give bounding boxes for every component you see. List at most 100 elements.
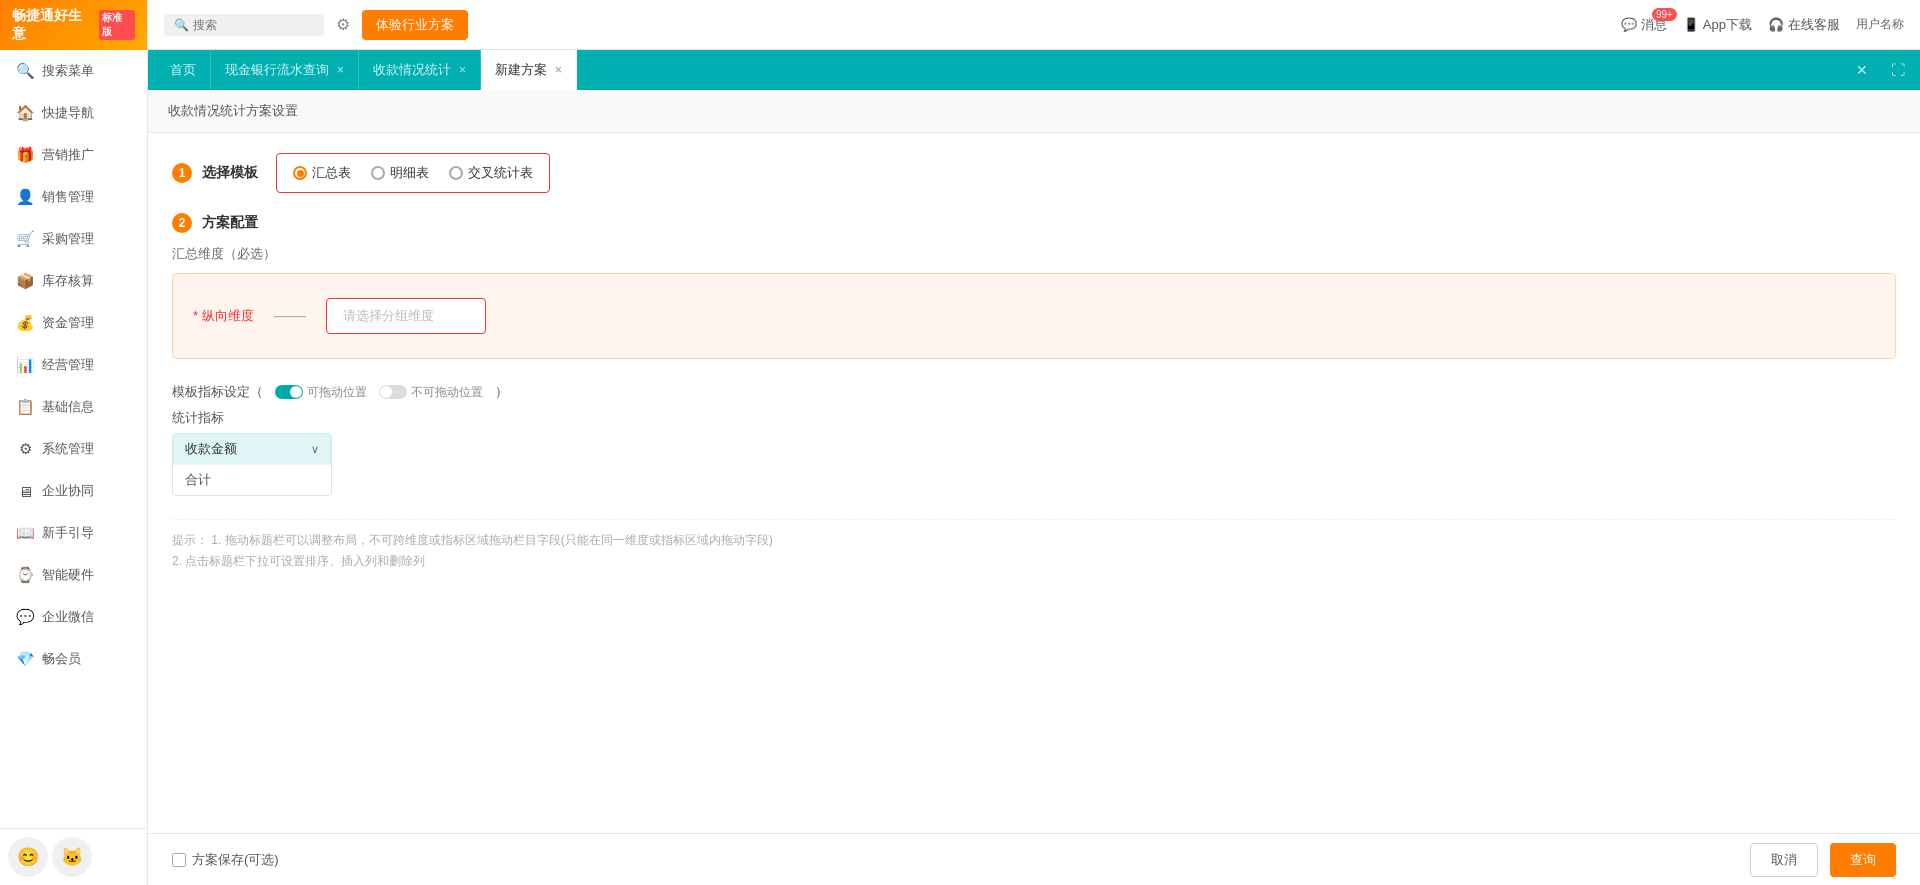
home-icon: 🏠: [16, 104, 34, 122]
sidebar-item-inventory[interactable]: 📦 库存核算: [0, 260, 147, 302]
draggable-hint: 可拖动位置: [275, 384, 367, 401]
topbar-search-box[interactable]: 🔍: [164, 14, 324, 36]
template-cross-option[interactable]: 交叉统计表: [449, 164, 533, 182]
breadcrumb: 收款情况统计方案设置: [148, 90, 1920, 133]
col-dropdown-icon[interactable]: ∨: [311, 443, 319, 456]
dim-section-title: 汇总维度（必选）: [172, 245, 1896, 263]
sidebar-label-management: 经营管理: [42, 356, 94, 374]
row-total-text: 合计: [185, 472, 211, 487]
draggable-label: 可拖动位置: [307, 384, 367, 401]
sidebar-item-management[interactable]: 📊 经营管理: [0, 344, 147, 386]
toggle-undraggable: [379, 385, 407, 399]
tab-bank-close[interactable]: ×: [337, 63, 344, 77]
template-summary-option[interactable]: 汇总表: [293, 164, 351, 182]
tab-home[interactable]: 首页: [156, 50, 211, 90]
step2-section: 2 方案配置 汇总维度（必选） * 纵向维度 —— 请选择分组维度: [172, 213, 1896, 586]
gift-icon: 🎁: [16, 146, 34, 164]
sidebar-avatar-2[interactable]: 🐱: [52, 837, 92, 877]
undraggable-label: 不可拖动位置: [411, 384, 483, 401]
tab-new-plan-label: 新建方案: [495, 61, 547, 79]
tab-receipt-close[interactable]: ×: [459, 63, 466, 77]
sidebar-item-search[interactable]: 🔍 搜索菜单: [0, 50, 147, 92]
message-icon: 💬: [1621, 17, 1637, 32]
tab-maximize-button[interactable]: ⛶: [1884, 56, 1912, 84]
sidebar-item-marketing[interactable]: 🎁 营销推广: [0, 134, 147, 176]
tab-new-plan-close[interactable]: ×: [555, 63, 562, 77]
save-label: 方案保存(可选): [192, 851, 279, 869]
tab-bank[interactable]: 现金银行流水查询 ×: [211, 50, 359, 90]
tab-receipt-label: 收款情况统计: [373, 61, 451, 79]
sidebar-item-wechat[interactable]: 💬 企业微信: [0, 596, 147, 638]
box-icon: 📦: [16, 272, 34, 290]
template-selector: 汇总表 明细表 交叉统计表: [276, 153, 550, 193]
bottom-bar: 方案保存(可选) 取消 查询: [148, 833, 1920, 885]
service-label: 在线客服: [1788, 16, 1840, 34]
user-info[interactable]: 用户名称: [1856, 16, 1904, 33]
content-area: 收款情况统计方案设置 1 选择模板 汇总表 明细表: [148, 90, 1920, 885]
cancel-button[interactable]: 取消: [1750, 843, 1818, 877]
sidebar-label-purchase: 采购管理: [42, 230, 94, 248]
gear-sidebar-icon: ⚙: [16, 440, 34, 458]
sidebar-item-sales[interactable]: 👤 销售管理: [0, 176, 147, 218]
tips-line1: 提示： 1. 拖动标题栏可以调整布局，不可跨维度或指标区域拖动栏目字段(只能在同…: [172, 532, 1896, 549]
save-checkbox[interactable]: [172, 853, 186, 867]
tab-actions: ✕ ⛶: [1848, 56, 1912, 84]
service-link[interactable]: 🎧 在线客服: [1768, 16, 1840, 34]
stats-area: 统计指标 收款金额 ∨ 合计: [172, 409, 1896, 499]
metrics-header: 模板指标设定（ 可拖动位置 不可拖动位置 ）: [172, 383, 1896, 401]
sidebar-label-inventory: 库存核算: [42, 272, 94, 290]
metrics-col-header[interactable]: 收款金额 ∨: [173, 434, 331, 464]
template-detail-option[interactable]: 明细表: [371, 164, 429, 182]
metrics-title-text: 模板指标设定（: [172, 383, 263, 401]
sidebar-label-wechat: 企业微信: [42, 608, 94, 626]
bottom-buttons: 取消 查询: [1750, 843, 1896, 877]
sidebar-item-cooperation[interactable]: 🖥 企业协同: [0, 470, 147, 512]
section-body: 1 选择模板 汇总表 明细表 交叉统计表: [148, 133, 1920, 606]
app-logo: 畅捷通好生意 标准版: [0, 0, 147, 50]
sidebar-item-hardware[interactable]: ⌚ 智能硬件: [0, 554, 147, 596]
template-detail-label: 明细表: [390, 164, 429, 182]
tab-new-plan[interactable]: 新建方案 ×: [481, 50, 577, 90]
step1-row: 1 选择模板 汇总表 明细表 交叉统计表: [172, 153, 1896, 193]
sidebar-label-sales: 销售管理: [42, 188, 94, 206]
messages-count: 99+: [1652, 8, 1677, 21]
sidebar-label-marketing: 营销推广: [42, 146, 94, 164]
tips-text1: 1. 拖动标题栏可以调整布局，不可跨维度或指标区域拖动栏目字段(只能在同一维度或…: [211, 533, 772, 547]
clipboard-icon: 📋: [16, 398, 34, 416]
sidebar-item-purchase[interactable]: 🛒 采购管理: [0, 218, 147, 260]
settings-icon[interactable]: ⚙: [336, 15, 350, 34]
trial-button[interactable]: 体验行业方案: [362, 10, 468, 40]
dimension-select[interactable]: 请选择分组维度: [326, 298, 486, 334]
sidebar-item-basic[interactable]: 📋 基础信息: [0, 386, 147, 428]
sidebar-item-guide[interactable]: 📖 新手引导: [0, 512, 147, 554]
cart-icon: 🛒: [16, 230, 34, 248]
radio-detail-circle: [371, 166, 385, 180]
sidebar-label-guide: 新手引导: [42, 524, 94, 542]
metrics-table: 收款金额 ∨ 合计: [172, 433, 332, 496]
dim-placeholder-text: 请选择分组维度: [343, 308, 434, 323]
watch-icon: ⌚: [16, 566, 34, 584]
download-link[interactable]: 📱 App下载: [1683, 16, 1752, 34]
toggle-draggable[interactable]: [275, 385, 303, 399]
radio-cross-circle: [449, 166, 463, 180]
messages-badge[interactable]: 💬 消息 99+: [1621, 16, 1667, 34]
tips-line2: 2. 点击标题栏下拉可设置排序、插入列和删除列: [172, 553, 1896, 570]
vertical-dim-label: * 纵向维度: [193, 307, 254, 325]
headset-icon: 🎧: [1768, 17, 1784, 32]
tab-receipt[interactable]: 收款情况统计 ×: [359, 50, 481, 90]
sidebar-avatar-1[interactable]: 😊: [8, 837, 48, 877]
sidebar-item-system[interactable]: ⚙ 系统管理: [0, 428, 147, 470]
sidebar-item-finance[interactable]: 💰 资金管理: [0, 302, 147, 344]
tab-close-all-button[interactable]: ✕: [1848, 56, 1876, 84]
query-button[interactable]: 查询: [1830, 843, 1896, 877]
dim-title-text: 汇总维度（必选）: [172, 246, 276, 261]
stats-label: 统计指标: [172, 409, 1896, 427]
user-icon: 👤: [16, 188, 34, 206]
tabbar: 首页 现金银行流水查询 × 收款情况统计 × 新建方案 × ✕ ⛶: [148, 50, 1920, 90]
sidebar-item-member[interactable]: 💎 畅会员: [0, 638, 147, 680]
dim-arrow: ——: [274, 307, 306, 325]
col-header-text: 收款金额: [185, 440, 237, 458]
download-label: App下载: [1703, 16, 1752, 34]
sidebar-item-quick-nav[interactable]: 🏠 快捷导航: [0, 92, 147, 134]
search-input[interactable]: [193, 18, 303, 32]
